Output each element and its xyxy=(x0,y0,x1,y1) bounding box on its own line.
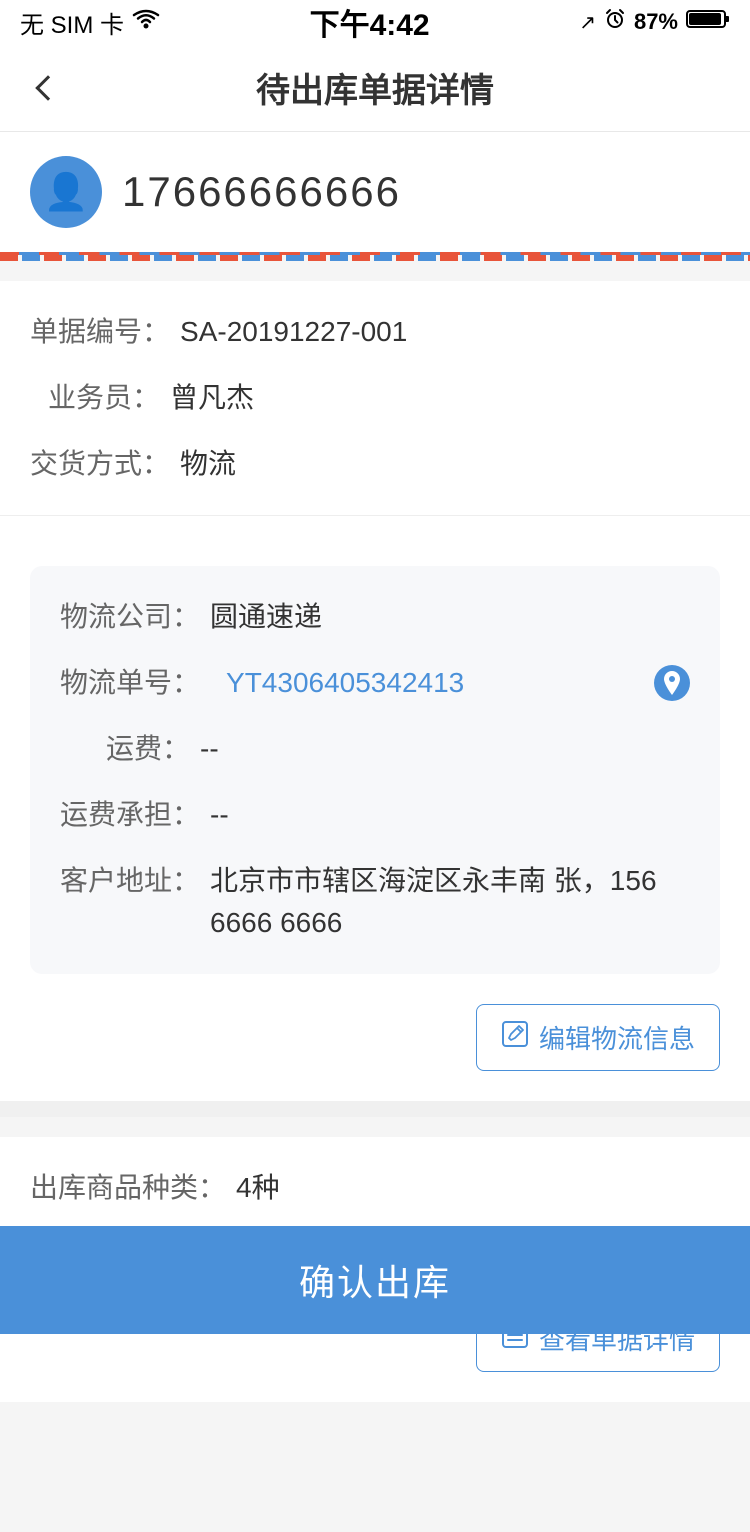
edit-icon xyxy=(501,1020,529,1055)
address-label: 客户地址： xyxy=(60,860,210,902)
status-left: 无 SIM 卡 xyxy=(20,5,160,40)
tracking-label: 物流单号： xyxy=(60,662,210,704)
user-phone: 17666666666 xyxy=(122,168,401,216)
location-status-icon: ↗ xyxy=(579,10,596,35)
staff-label: 业务员： xyxy=(30,377,170,419)
edit-logistics-button[interactable]: 编辑物流信息 xyxy=(476,1004,720,1071)
edit-button-row: 编辑物流信息 xyxy=(30,1004,720,1071)
address-value: 北京市市辖区海淀区永丰南 张，156 6666 6666 xyxy=(210,860,690,944)
page-title: 待出库单据详情 xyxy=(256,63,494,112)
dashed-divider xyxy=(0,255,750,261)
address-row: 客户地址： 北京市市辖区海淀区永丰南 张，156 6666 6666 xyxy=(60,860,690,944)
staff-row: 业务员： 曾凡杰 xyxy=(30,377,720,419)
delivery-value: 物流 xyxy=(180,443,720,485)
freight-bearer-row: 运费承担： -- xyxy=(60,794,690,836)
carrier-text: 无 SIM 卡 xyxy=(20,5,124,40)
battery-icon xyxy=(686,8,730,37)
logistics-card: 物流公司： 圆通速递 物流单号： YT4306405342413 运费： -- … xyxy=(30,566,720,974)
basic-info-section: 单据编号： SA-20191227-001 业务员： 曾凡杰 交货方式： 物流 xyxy=(0,281,750,515)
avatar-icon: 👤 xyxy=(44,171,89,213)
tracking-row: 物流单号： YT4306405342413 xyxy=(60,662,690,704)
delivery-label: 交货方式： xyxy=(30,443,180,485)
status-bar: 无 SIM 卡 下午4:42 ↗ xyxy=(0,0,750,44)
status-time: 下午4:42 xyxy=(310,0,430,44)
avatar: 👤 xyxy=(30,156,102,228)
freight-bearer-value: -- xyxy=(210,794,690,836)
goods-types-row: 出库商品种类： 4种 xyxy=(30,1167,720,1209)
wifi-icon xyxy=(132,8,160,36)
order-no-row: 单据编号： SA-20191227-001 xyxy=(30,311,720,353)
goods-types-label: 出库商品种类： xyxy=(30,1167,236,1209)
confirm-outbound-button[interactable]: 确认出库 xyxy=(0,1226,750,1334)
order-no-value: SA-20191227-001 xyxy=(180,311,720,353)
section-divider xyxy=(0,1101,750,1117)
freight-bearer-label: 运费承担： xyxy=(60,794,210,836)
back-arrow-icon xyxy=(35,75,60,100)
status-right: ↗ 87% xyxy=(579,8,730,37)
delivery-row: 交货方式： 物流 xyxy=(30,443,720,485)
company-row: 物流公司： 圆通速递 xyxy=(60,596,690,638)
goods-types-value: 4种 xyxy=(236,1167,720,1209)
logistics-section: 物流公司： 圆通速递 物流单号： YT4306405342413 运费： -- … xyxy=(0,515,750,1101)
nav-bar: 待出库单据详情 xyxy=(0,44,750,132)
user-header: 👤 17666666666 xyxy=(0,132,750,255)
bottom-bar: 确认出库 xyxy=(0,1226,750,1334)
tracking-value: YT4306405342413 xyxy=(226,662,624,704)
freight-row: 运费： -- xyxy=(60,728,690,770)
freight-value: -- xyxy=(200,728,690,770)
edit-logistics-label: 编辑物流信息 xyxy=(539,1019,695,1056)
battery-text: 87% xyxy=(634,9,678,35)
order-no-label: 单据编号： xyxy=(30,311,180,353)
company-label: 物流公司： xyxy=(60,596,210,638)
alarm-icon xyxy=(604,8,626,37)
company-value: 圆通速递 xyxy=(210,596,690,638)
freight-label: 运费： xyxy=(60,728,200,770)
staff-value: 曾凡杰 xyxy=(170,377,720,419)
location-icon[interactable] xyxy=(654,665,690,701)
back-button[interactable] xyxy=(24,64,72,112)
